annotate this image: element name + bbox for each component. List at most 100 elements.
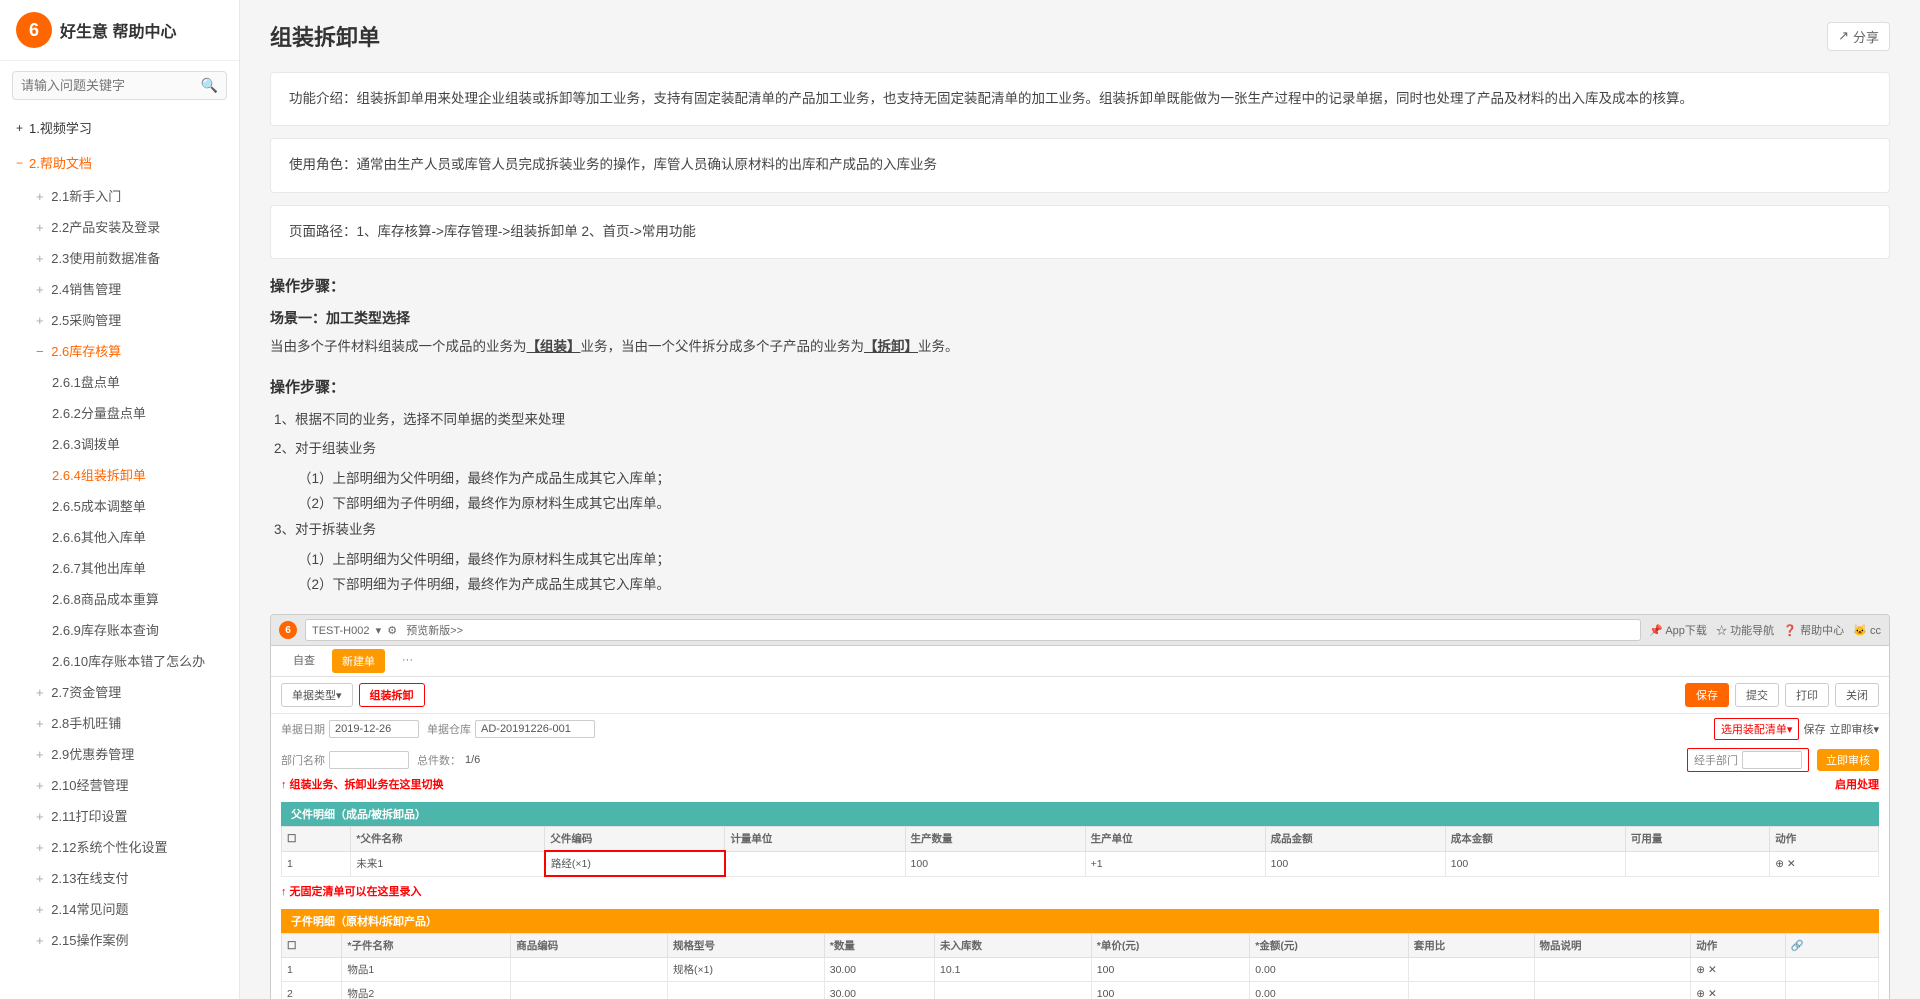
mock-input-dept[interactable] <box>329 751 409 769</box>
sidebar-item-docs-21[interactable]: + 2.1新手入门 <box>0 180 239 211</box>
mock-lower-section-header: 子件明细（原材料/拆卸产品） <box>281 909 1879 933</box>
mock-btn-confirm[interactable]: 立即审核 <box>1817 749 1879 771</box>
mock-btn-zuzhuang[interactable]: 组装拆卸 <box>359 683 425 707</box>
sidebar-header: 6 好生意 帮助中心 <box>0 0 239 61</box>
mock-input-processor[interactable] <box>1742 751 1802 769</box>
mock-browser-header: 6 TEST-H002 ▾ ⚙ 预览新版>> 📌 App下载 ☆ 功能导航 ❓ … <box>271 615 1889 646</box>
mock-annotation-manual: ↑ 无固定清单可以在这里录入 <box>271 883 1889 903</box>
nav-child-icon: + <box>36 902 44 917</box>
nav-child-icon: + <box>36 313 44 328</box>
mock-btn-type[interactable]: 单据类型▾ <box>281 683 353 707</box>
sidebar-item-docs-212[interactable]: + 2.12系统个性化设置 <box>0 831 239 862</box>
screenshot-container: 6 TEST-H002 ▾ ⚙ 预览新版>> 📌 App下载 ☆ 功能导航 ❓ … <box>270 614 1890 999</box>
page-title: 组装拆卸单 <box>270 20 380 52</box>
role-block: 使用角色：通常由生产人员或库管人员完成拆装业务的操作，库管人员确认原材料的出库和… <box>270 138 1890 192</box>
sidebar-item-docs-214[interactable]: + 2.14常见问题 <box>0 893 239 924</box>
mock-th-produce-qty: 生产数量 <box>905 827 1085 852</box>
sidebar-item-docs-24[interactable]: + 2.4销售管理 <box>0 273 239 304</box>
sidebar-item-docs-261[interactable]: 2.6.1盘点单 <box>0 366 239 397</box>
sidebar-item-video[interactable]: + 1.视频学习 <box>0 110 239 145</box>
sidebar-item-docs[interactable]: − 2.帮助文档 <box>0 145 239 180</box>
mock-th-cost-amount: 成本金额 <box>1445 827 1625 852</box>
sidebar-item-docs-263[interactable]: 2.6.3调拨单 <box>0 428 239 459</box>
mock-tab-xingjian[interactable]: 新建单 <box>332 649 385 673</box>
mock-toolbar: 单据类型▾ 组装拆卸 保存 提交 打印 关闭 <box>271 677 1889 714</box>
sidebar-item-docs-23[interactable]: + 2.3使用前数据准备 <box>0 242 239 273</box>
sidebar-item-docs-211[interactable]: + 2.11打印设置 <box>0 800 239 831</box>
sidebar-item-docs-262[interactable]: 2.6.2分量盘点单 <box>0 397 239 428</box>
nav-child-icon: + <box>36 871 44 886</box>
mock-input-date[interactable] <box>329 720 419 738</box>
operations-label: 操作步骤： <box>270 376 1890 397</box>
mock-upper-section-header: 父件明细（成品/被拆卸品） <box>281 802 1879 826</box>
intro-text: 功能介绍：组装拆卸单用来处理企业组装或拆卸等加工业务，支持有固定装配清单的产品加… <box>289 91 1693 106</box>
mock-th-produce-unit: 生产单位 <box>1085 827 1265 852</box>
sidebar-item-docs-213[interactable]: + 2.13在线支付 <box>0 862 239 893</box>
mock-field-warehouse: 单据仓库 <box>427 720 595 738</box>
scenario1-desc: 当由多个子件材料组装成一个成品的业务为【组装】业务，当由一个父件拆分成多个子产品… <box>270 334 1890 360</box>
mock-th-available: 可用量 <box>1625 827 1769 852</box>
mock-tab-zizha[interactable]: 自查 <box>281 646 327 676</box>
mock-th-checkbox: ☐ <box>282 827 351 852</box>
step-2-sub2: （2）下部明细为子件明细，最终作为原材料生成其它出库单。 <box>270 491 1890 517</box>
mock-lower-table-area: 子件明细（原材料/拆卸产品） ☐ *子件名称 商品编码 规格型号 *数量 未入库… <box>271 903 1889 999</box>
mock-btn-zhuangpei[interactable]: 选用装配清单▾ <box>1714 718 1800 740</box>
nav-child-icon: + <box>36 251 44 266</box>
sidebar-item-docs-27[interactable]: + 2.7资金管理 <box>0 676 239 707</box>
table-row: 1 物品1 规格(×1) 30.00 10.1 100 0.00 ⊕ ✕ <box>282 958 1879 982</box>
intro-block: 功能介绍：组装拆卸单用来处理企业组装或拆卸等加工业务，支持有固定装配清单的产品加… <box>270 72 1890 126</box>
sidebar-item-docs-26[interactable]: − 2.6库存核算 <box>0 335 239 366</box>
table-row: 2 物品2 30.00 100 0.00 ⊕ ✕ <box>282 982 1879 999</box>
mock-lower-table: ☐ *子件名称 商品编码 规格型号 *数量 未入库数 *单价(元) *金额(元)… <box>281 933 1879 999</box>
step-3-sub2: （2）下部明细为子件明细，最终作为产成品生成其它入库单。 <box>270 572 1890 598</box>
nav-child-icon: + <box>36 840 44 855</box>
search-box[interactable]: 🔍 <box>12 71 227 100</box>
sidebar-item-docs-22[interactable]: + 2.2产品安装及登录 <box>0 211 239 242</box>
mock-input-warehouse[interactable] <box>475 720 595 738</box>
mock-tab-extra[interactable]: ··· <box>390 648 425 674</box>
sidebar-item-docs-28[interactable]: + 2.8手机旺铺 <box>0 707 239 738</box>
mock-btn-guanbi[interactable]: 关闭 <box>1835 683 1879 707</box>
search-input[interactable] <box>21 78 201 93</box>
step-2: 2、对于组装业务 <box>270 436 1890 462</box>
sidebar-item-docs-269[interactable]: 2.6.9库存账本查询 <box>0 614 239 645</box>
path-block: 页面路径：1、库存核算->库存管理->组装拆卸单 2、首页->常用功能 <box>270 205 1890 259</box>
step-3-sub1: （1）上部明细为父件明细，最终作为原材料生成其它出库单； <box>270 547 1890 573</box>
share-button[interactable]: ↗ 分享 <box>1827 22 1890 51</box>
mock-annotations-row: ↑ 组装业务、拆卸业务在这里切换 启用处理 <box>271 776 1889 796</box>
sidebar-item-docs-265[interactable]: 2.6.5成本调整单 <box>0 490 239 521</box>
app-title: 好生意 帮助中心 <box>60 18 176 42</box>
mock-th-parent-unit: 计量单位 <box>725 827 905 852</box>
sidebar-item-docs-268[interactable]: 2.6.8商品成本重算 <box>0 583 239 614</box>
mock-field-num: 总件数： 1/6 <box>417 752 480 768</box>
mock-btn-tijiao[interactable]: 提交 <box>1735 683 1779 707</box>
mock-btn-tijiao2[interactable]: 立即审核▾ <box>1829 721 1879 737</box>
mock-btn-baocun2[interactable]: 保存 <box>1803 721 1825 737</box>
mock-th-product-amount: 成品金额 <box>1265 827 1445 852</box>
mock-field-row2: 部门名称 总件数： 1/6 经手部门 立即审核 <box>271 744 1889 776</box>
nav-child-icon: + <box>36 282 44 297</box>
sidebar-item-docs-25[interactable]: + 2.5采购管理 <box>0 304 239 335</box>
sidebar-item-docs-29[interactable]: + 2.9优惠券管理 <box>0 738 239 769</box>
step-2-sub1: （1）上部明细为父件明细，最终作为产成品生成其它入库单； <box>270 466 1890 492</box>
sidebar-item-docs-2610[interactable]: 2.6.10库存账本错了怎么办 <box>0 645 239 676</box>
mock-annotation-qiyong: 启用处理 <box>1835 776 1879 792</box>
step-3: 3、对于拆装业务 <box>270 517 1890 543</box>
nav-child-icon: + <box>36 778 44 793</box>
sidebar-item-docs-264[interactable]: 2.6.4组装拆卸单 <box>0 459 239 490</box>
mock-btn-yinshua[interactable]: 打印 <box>1785 683 1829 707</box>
nav-child-icon: + <box>36 809 44 824</box>
sidebar-item-docs-266[interactable]: 2.6.6其他入库单 <box>0 521 239 552</box>
share-icon: ↗ <box>1838 28 1849 44</box>
mock-th-action: 动作 <box>1770 827 1879 852</box>
sidebar-item-label: 2.帮助文档 <box>29 153 92 172</box>
scenario1-title: 场景一：加工类型选择 <box>270 308 1890 328</box>
sidebar-item-label: 1.视频学习 <box>29 118 92 137</box>
mock-btn-baocun[interactable]: 保存 <box>1685 683 1729 707</box>
sidebar-item-docs-210[interactable]: + 2.10经营管理 <box>0 769 239 800</box>
sidebar-item-docs-267[interactable]: 2.6.7其他出库单 <box>0 552 239 583</box>
mock-annotation-switch: ↑ 组装业务、拆卸业务在这里切换 <box>281 776 444 792</box>
nav-section: + 1.视频学习 − 2.帮助文档 + 2.1新手入门 + 2.2产品安装及登录… <box>0 110 239 959</box>
mock-annotation-btn: 选用装配清单▾ 保存 立即审核▾ <box>1714 718 1879 740</box>
sidebar-item-docs-215[interactable]: + 2.15操作案例 <box>0 924 239 955</box>
